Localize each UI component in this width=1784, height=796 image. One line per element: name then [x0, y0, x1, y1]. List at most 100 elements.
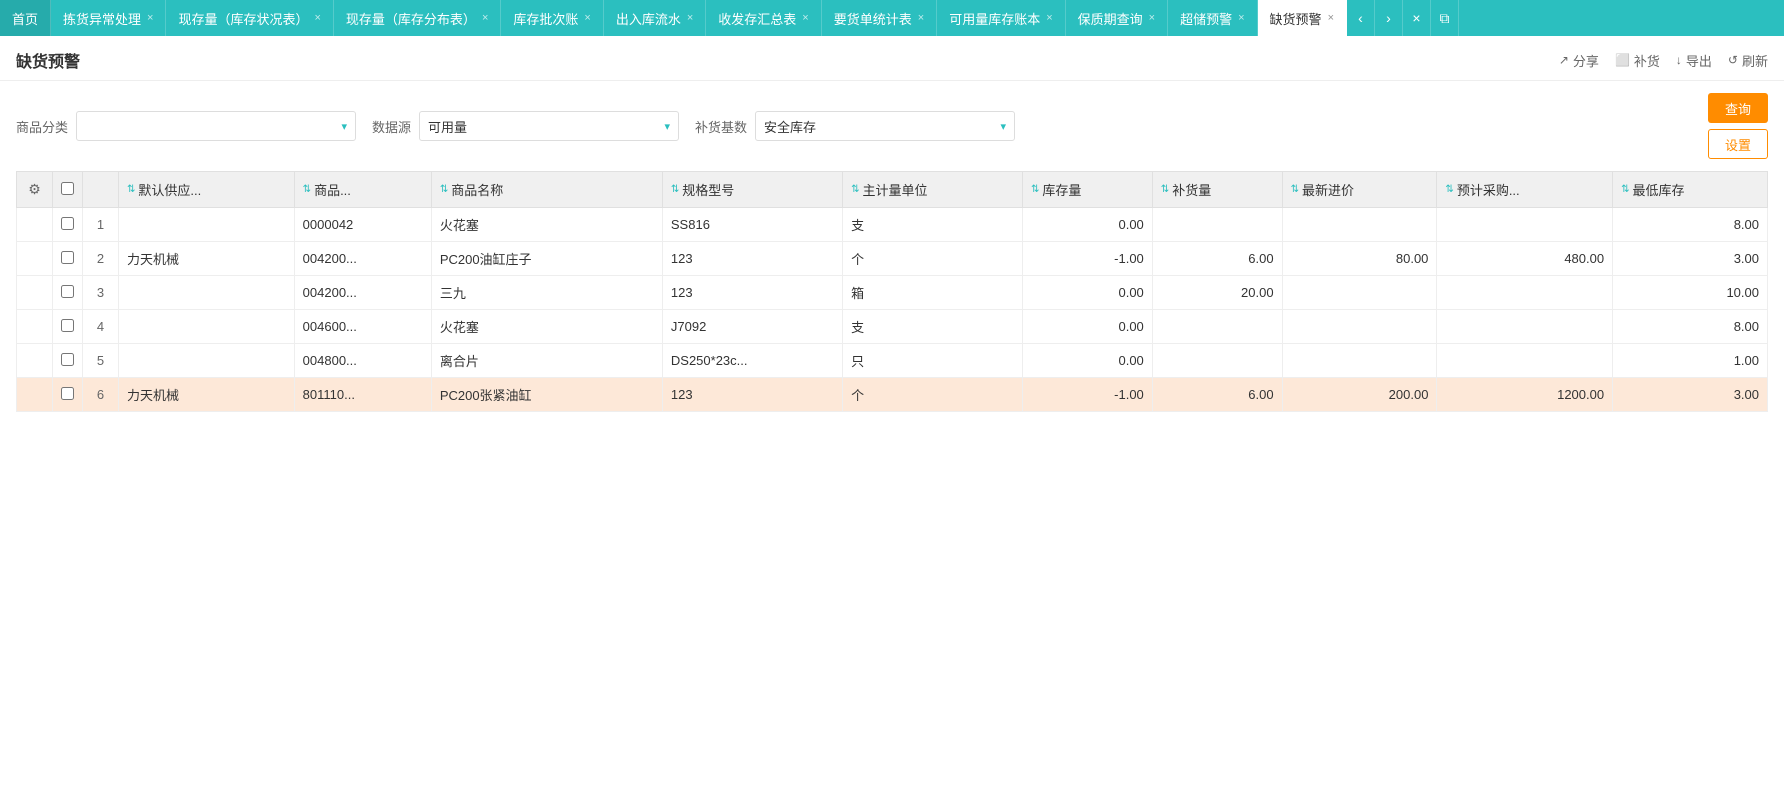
row-stock-cell: -1.00	[1023, 378, 1153, 412]
table-row[interactable]: 5 004800... 离合片 DS250*23c... 只 0.00 1.00	[17, 344, 1768, 378]
row-min-stock-cell: 8.00	[1613, 208, 1768, 242]
sort-price-icon[interactable]: ⇅	[1291, 184, 1299, 195]
tab-abnormal[interactable]: 拣货异常处理 ×	[51, 0, 166, 36]
category-filter-group: 商品分类 ▾	[16, 111, 356, 141]
refresh-label: 刷新	[1742, 51, 1768, 70]
next-tab-icon: ›	[1386, 10, 1391, 26]
tab-close-window-btn[interactable]: ×	[1403, 0, 1431, 36]
tab-available-ledger-label: 可用量库存账本	[949, 9, 1040, 28]
category-select[interactable]: ▾	[76, 111, 356, 141]
row-checkbox-1[interactable]	[61, 251, 74, 264]
row-unit-cell: 个	[843, 378, 1023, 412]
table-row[interactable]: 4 004600... 火花塞 J7092 支 0.00 8.00	[17, 310, 1768, 344]
col-est-purchase: ⇅ 预计采购...	[1437, 172, 1613, 208]
sort-stock-icon[interactable]: ⇅	[1031, 184, 1039, 195]
header-actions: ↗ 分享 ⬜ 补货 ↓ 导出 ↺ 刷新	[1559, 51, 1768, 70]
sort-unit-icon[interactable]: ⇅	[851, 184, 859, 195]
share-button[interactable]: ↗ 分享	[1559, 51, 1599, 70]
sort-product-name-icon[interactable]: ⇅	[440, 184, 448, 195]
tab-inout-flow[interactable]: 出入库流水 ×	[604, 0, 706, 36]
table-row[interactable]: 1 0000042 火花塞 SS816 支 0.00 8.00	[17, 208, 1768, 242]
table-row[interactable]: 6 力天机械 801110... PC200张紧油缸 123 个 -1.00 6…	[17, 378, 1768, 412]
row-checkbox-cell	[53, 276, 83, 310]
restock-icon: ⬜	[1615, 53, 1630, 67]
row-num-cell: 2	[83, 242, 119, 276]
tab-inventory-status-close[interactable]: ×	[314, 12, 320, 24]
row-price-cell	[1282, 310, 1437, 344]
tab-next-btn[interactable]: ›	[1375, 0, 1403, 36]
row-gear-cell	[17, 344, 53, 378]
tab-available-ledger-close[interactable]: ×	[1046, 12, 1052, 24]
row-checkbox-5[interactable]	[61, 387, 74, 400]
row-restock-cell	[1152, 344, 1282, 378]
tab-expiry-query[interactable]: 保质期查询 ×	[1066, 0, 1168, 36]
sort-restock-icon[interactable]: ⇅	[1161, 184, 1169, 195]
table-row[interactable]: 2 力天机械 004200... PC200油缸庄子 123 个 -1.00 6…	[17, 242, 1768, 276]
datasource-select[interactable]: 可用量 ▾	[419, 111, 679, 141]
tab-order-stats-close[interactable]: ×	[918, 12, 924, 24]
row-num-cell: 1	[83, 208, 119, 242]
sort-product-code-icon[interactable]: ⇅	[303, 184, 311, 195]
tab-inout-flow-close[interactable]: ×	[687, 12, 693, 24]
prev-tab-icon: ‹	[1358, 10, 1363, 26]
setting-button[interactable]: 设置	[1708, 129, 1768, 159]
row-num-cell: 3	[83, 276, 119, 310]
tab-overstock-close[interactable]: ×	[1238, 12, 1244, 24]
datasource-label: 数据源	[372, 117, 411, 136]
col-stock: ⇅ 库存量	[1023, 172, 1153, 208]
sort-supplier-icon[interactable]: ⇅	[127, 184, 135, 195]
table-body: 1 0000042 火花塞 SS816 支 0.00 8.00 2 力天机械 0…	[17, 208, 1768, 412]
row-checkbox-4[interactable]	[61, 353, 74, 366]
restock-button[interactable]: ⬜ 补货	[1615, 51, 1660, 70]
tab-shortage[interactable]: 缺货预警 ×	[1258, 0, 1347, 36]
row-est-purchase-cell	[1437, 310, 1613, 344]
tab-batch-account-close[interactable]: ×	[584, 12, 590, 24]
tab-prev-btn[interactable]: ‹	[1347, 0, 1375, 36]
page-header: 缺货预警 ↗ 分享 ⬜ 补货 ↓ 导出 ↺ 刷新	[0, 36, 1784, 81]
row-min-stock-cell: 1.00	[1613, 344, 1768, 378]
sort-min-stock-icon[interactable]: ⇅	[1621, 184, 1629, 195]
tab-maximize-btn[interactable]: ⧉	[1431, 0, 1459, 36]
query-button[interactable]: 查询	[1708, 93, 1768, 123]
tab-expiry-query-label: 保质期查询	[1078, 9, 1143, 28]
row-checkbox-3[interactable]	[61, 319, 74, 332]
tab-abnormal-close[interactable]: ×	[147, 12, 153, 24]
tab-shortage-close[interactable]: ×	[1328, 12, 1334, 24]
row-spec-cell: SS816	[662, 208, 842, 242]
row-stock-cell: 0.00	[1023, 310, 1153, 344]
tab-receipt-summary[interactable]: 收发存汇总表 ×	[706, 0, 821, 36]
export-button[interactable]: ↓ 导出	[1676, 51, 1712, 70]
tab-bar: 首页 拣货异常处理 × 现存量（库存状况表） × 现存量（库存分布表） × 库存…	[0, 0, 1784, 36]
row-spec-cell: 123	[662, 378, 842, 412]
tab-abnormal-label: 拣货异常处理	[63, 9, 141, 28]
restock-base-select[interactable]: 安全库存 ▾	[755, 111, 1015, 141]
tab-receipt-summary-close[interactable]: ×	[802, 12, 808, 24]
row-checkbox-2[interactable]	[61, 285, 74, 298]
table-header-row: ⚙ ⇅ 默认供应... ⇅ 商	[17, 172, 1768, 208]
tab-inventory-status[interactable]: 现存量（库存状况表） ×	[166, 0, 333, 36]
sort-spec-icon[interactable]: ⇅	[671, 184, 679, 195]
row-min-stock-cell: 3.00	[1613, 242, 1768, 276]
col-min-stock: ⇅ 最低库存	[1613, 172, 1768, 208]
col-latest-price-label: 最新进价	[1302, 180, 1354, 199]
tab-overstock[interactable]: 超储预警 ×	[1168, 0, 1257, 36]
row-stock-cell: 0.00	[1023, 208, 1153, 242]
settings-gear-icon[interactable]: ⚙	[28, 181, 41, 197]
row-code-cell: 0000042	[294, 208, 431, 242]
tab-available-ledger[interactable]: 可用量库存账本 ×	[937, 0, 1065, 36]
tab-order-stats[interactable]: 要货单统计表 ×	[822, 0, 937, 36]
restock-base-dropdown-icon: ▾	[1001, 120, 1007, 133]
tab-receipt-summary-label: 收发存汇总表	[718, 9, 796, 28]
row-price-cell	[1282, 276, 1437, 310]
table-row[interactable]: 3 004200... 三九 123 箱 0.00 20.00 10.00	[17, 276, 1768, 310]
tab-expiry-query-close[interactable]: ×	[1149, 12, 1155, 24]
tab-inventory-dist[interactable]: 现存量（库存分布表） ×	[334, 0, 501, 36]
tab-home[interactable]: 首页	[0, 0, 51, 36]
sort-est-purchase-icon[interactable]: ⇅	[1445, 184, 1453, 195]
refresh-button[interactable]: ↺ 刷新	[1728, 51, 1768, 70]
tab-batch-account[interactable]: 库存批次账 ×	[501, 0, 603, 36]
tab-inventory-dist-close[interactable]: ×	[482, 12, 488, 24]
row-checkbox-cell	[53, 378, 83, 412]
select-all-checkbox[interactable]	[61, 182, 74, 195]
row-checkbox-0[interactable]	[61, 217, 74, 230]
